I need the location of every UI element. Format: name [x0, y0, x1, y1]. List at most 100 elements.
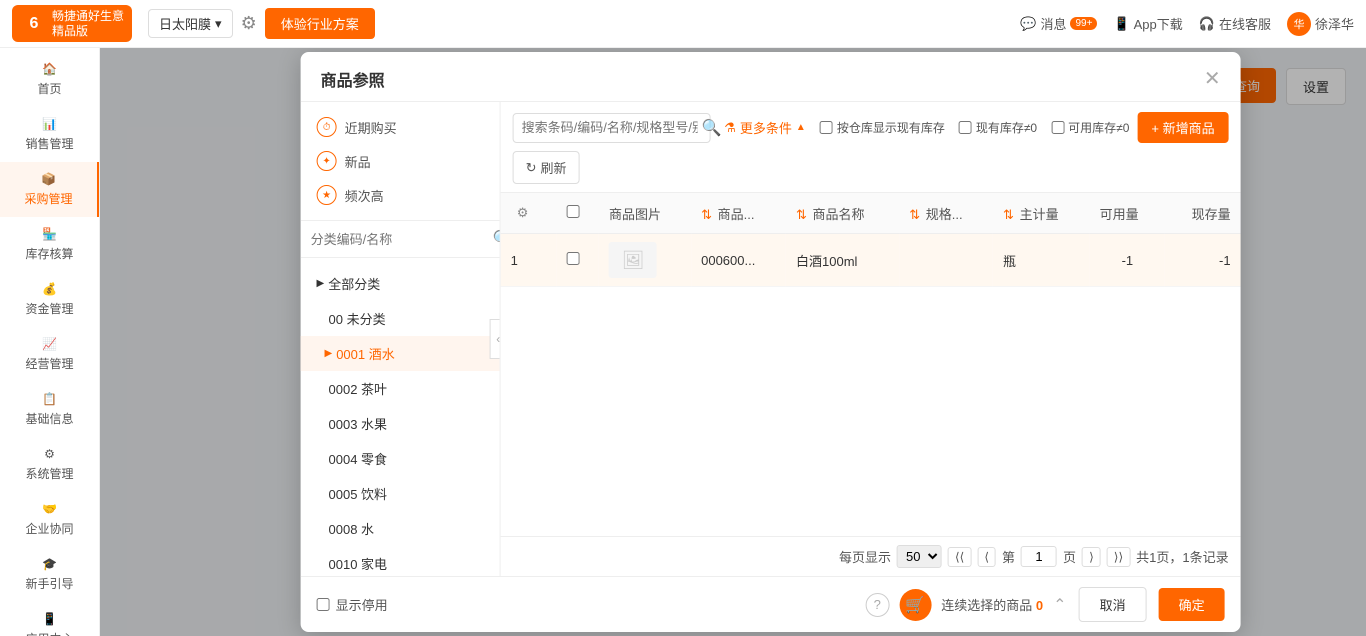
- col-unit-header[interactable]: ⇅ 主计量: [993, 193, 1090, 234]
- sidebar-item-basic-info[interactable]: 📋 基础信息: [0, 382, 99, 437]
- refresh-button[interactable]: ↻ 刷新: [513, 151, 580, 184]
- product-table: ⚙ 商品图片 ⇅: [501, 193, 1241, 287]
- checkbox-available-nonzero-label[interactable]: 可用库存≠0: [1051, 119, 1129, 136]
- sort-icon-spec: ⇅: [909, 207, 920, 222]
- message-icon: 💬: [1020, 16, 1036, 32]
- cell-code: 000600...: [691, 234, 786, 287]
- headset-icon: 🎧: [1199, 16, 1215, 32]
- cell-unit: 瓶: [993, 234, 1090, 287]
- sidebar-item-guide[interactable]: 🎓 新手引导: [0, 547, 99, 602]
- shortcut-new[interactable]: ✦ 新品: [301, 144, 500, 178]
- filter-arrow-icon: ▲: [796, 122, 806, 133]
- sidebar-item-inventory[interactable]: 🏪 库存核算: [0, 217, 99, 272]
- tree-appliance[interactable]: 0010 家电: [301, 546, 500, 576]
- next-page-button[interactable]: ⟩: [1082, 547, 1101, 567]
- column-settings-icon[interactable]: ⚙: [511, 201, 535, 225]
- shortcut-recent[interactable]: ⏱ 近期购买: [301, 110, 500, 144]
- sidebar: 🏠 首页 📊 销售管理 📦 采购管理 🏪 库存核算 💰 资金管理 📈 经营管理 …: [0, 48, 100, 636]
- sidebar-item-business[interactable]: 📈 经营管理: [0, 327, 99, 382]
- tree-water[interactable]: 0008 水: [301, 511, 500, 546]
- purchase-icon: 📦: [41, 172, 56, 186]
- user-profile-item[interactable]: 华 徐泽华: [1287, 12, 1354, 36]
- col-available-header: 可用量: [1090, 193, 1165, 234]
- main-content-area: 查询 设置 商品参照 ✕ ⏱ 近期购买: [100, 48, 1366, 636]
- row-checkbox[interactable]: [567, 252, 580, 265]
- page-number-input[interactable]: [1021, 546, 1057, 567]
- tree-snack[interactable]: 0004 零食: [301, 441, 500, 476]
- col-code-header[interactable]: ⇅ 商品...: [691, 193, 786, 234]
- prev-page-button[interactable]: ⟨: [977, 547, 996, 567]
- sidebar-item-purchase[interactable]: 📦 采购管理: [0, 162, 99, 217]
- search-toolbar: 🔍 ⚗ 更多条件 ▲ 按仓库显示现有库存: [501, 102, 1241, 193]
- sidebar-item-apps[interactable]: 📱 应用中心: [0, 602, 99, 636]
- category-search-icon[interactable]: 🔍: [493, 229, 501, 249]
- chevron-down-icon: ▾: [215, 16, 222, 32]
- cell-stock: -1: [1165, 234, 1241, 287]
- col-name-header[interactable]: ⇅ 商品名称: [786, 193, 899, 234]
- guide-icon: 🎓: [42, 557, 57, 571]
- help-icon[interactable]: ?: [865, 593, 889, 617]
- experience-industry-button[interactable]: 体验行业方案: [265, 8, 375, 39]
- checkbox-stock-nonzero[interactable]: [959, 121, 972, 134]
- product-search-input[interactable]: [522, 120, 698, 135]
- cart-icon: 🛒: [905, 595, 925, 615]
- sort-icon-code: ⇅: [701, 207, 712, 222]
- cell-checkbox: [557, 234, 599, 287]
- messages-item[interactable]: 💬 消息 99+: [1020, 14, 1097, 33]
- first-page-button[interactable]: ⟨⟨: [948, 547, 971, 567]
- show-disabled-checkbox[interactable]: [317, 598, 330, 611]
- shortcut-frequent[interactable]: ★ 频次高: [301, 178, 500, 212]
- last-page-button[interactable]: ⟩⟩: [1107, 547, 1130, 567]
- modal-footer: 显示停用 ? 🛒 连续选择的商品 0 ⌃ 取消 确定: [301, 576, 1241, 632]
- collapse-panel-button[interactable]: «: [490, 319, 501, 359]
- confirm-button[interactable]: 确定: [1159, 588, 1225, 621]
- collapse-icon[interactable]: ⌃: [1053, 595, 1066, 615]
- per-page-select[interactable]: 50: [897, 545, 942, 568]
- checkbox-stock-nonzero-label[interactable]: 现有库存≠0: [959, 119, 1037, 136]
- sidebar-item-enterprise[interactable]: 🤝 企业协同: [0, 492, 99, 547]
- add-product-button[interactable]: + 新增商品: [1137, 112, 1228, 143]
- modal-close-button[interactable]: ✕: [1204, 66, 1221, 91]
- company-selector[interactable]: 日太阳膜 ▾: [148, 9, 233, 38]
- app-download-item[interactable]: 📱 App下载: [1113, 14, 1182, 33]
- category-search-input[interactable]: [311, 232, 487, 247]
- tree-liquor[interactable]: ▶ 0001 酒水: [301, 336, 500, 371]
- refresh-icon: ↻: [526, 160, 537, 176]
- tree-all-categories[interactable]: ▶ 全部分类: [301, 266, 500, 301]
- tree-uncategorized[interactable]: 00 未分类: [301, 301, 500, 336]
- settings-icon[interactable]: ⚙: [241, 13, 257, 34]
- cart-count: 0: [1036, 598, 1043, 613]
- tree-beverage[interactable]: 0005 饮料: [301, 476, 500, 511]
- frequent-icon: ★: [317, 185, 337, 205]
- table-row[interactable]: 1 🖼 000600... 白酒100ml: [501, 234, 1241, 287]
- category-panel: ⏱ 近期购买 ✦ 新品 ★ 频次高 «: [301, 102, 501, 576]
- sidebar-item-sales[interactable]: 📊 销售管理: [0, 107, 99, 162]
- checkbox-available-nonzero[interactable]: [1051, 121, 1064, 134]
- cancel-button[interactable]: 取消: [1079, 587, 1147, 622]
- col-settings: ⚙: [501, 193, 557, 234]
- enterprise-icon: 🤝: [42, 502, 57, 516]
- show-disabled-label[interactable]: 显示停用: [317, 595, 388, 614]
- business-icon: 📈: [42, 337, 57, 351]
- filter-checkboxes: 按仓库显示现有库存 现有库存≠0 可用库存≠0: [820, 119, 1130, 136]
- col-spec-header[interactable]: ⇅ 规格...: [899, 193, 993, 234]
- sidebar-item-home[interactable]: 🏠 首页: [0, 52, 99, 107]
- cell-no: 1: [501, 234, 557, 287]
- product-panel: 🔍 ⚗ 更多条件 ▲ 按仓库显示现有库存: [501, 102, 1241, 576]
- more-filter-button[interactable]: ⚗ 更多条件 ▲: [718, 114, 812, 141]
- cart-button[interactable]: 🛒: [899, 589, 931, 621]
- checkbox-warehouse[interactable]: [820, 121, 833, 134]
- col-image-header: 商品图片: [599, 193, 691, 234]
- sidebar-item-finance[interactable]: 💰 资金管理: [0, 272, 99, 327]
- tree-fruit[interactable]: 0003 水果: [301, 406, 500, 441]
- select-all-checkbox[interactable]: [567, 205, 580, 218]
- category-shortcuts: ⏱ 近期购买 ✦ 新品 ★ 频次高: [301, 102, 500, 221]
- checkbox-warehouse-label[interactable]: 按仓库显示现有库存: [820, 119, 945, 136]
- sales-icon: 📊: [42, 117, 57, 131]
- online-service-item[interactable]: 🎧 在线客服: [1199, 14, 1271, 33]
- inventory-icon: 🏪: [42, 227, 57, 241]
- sidebar-item-system[interactable]: ⚙ 系统管理: [0, 437, 99, 492]
- table-header-row: ⚙ 商品图片 ⇅: [501, 193, 1241, 234]
- tree-tea[interactable]: 0002 茶叶: [301, 371, 500, 406]
- cart-area: ? 🛒 连续选择的商品 0 ⌃: [865, 589, 1066, 621]
